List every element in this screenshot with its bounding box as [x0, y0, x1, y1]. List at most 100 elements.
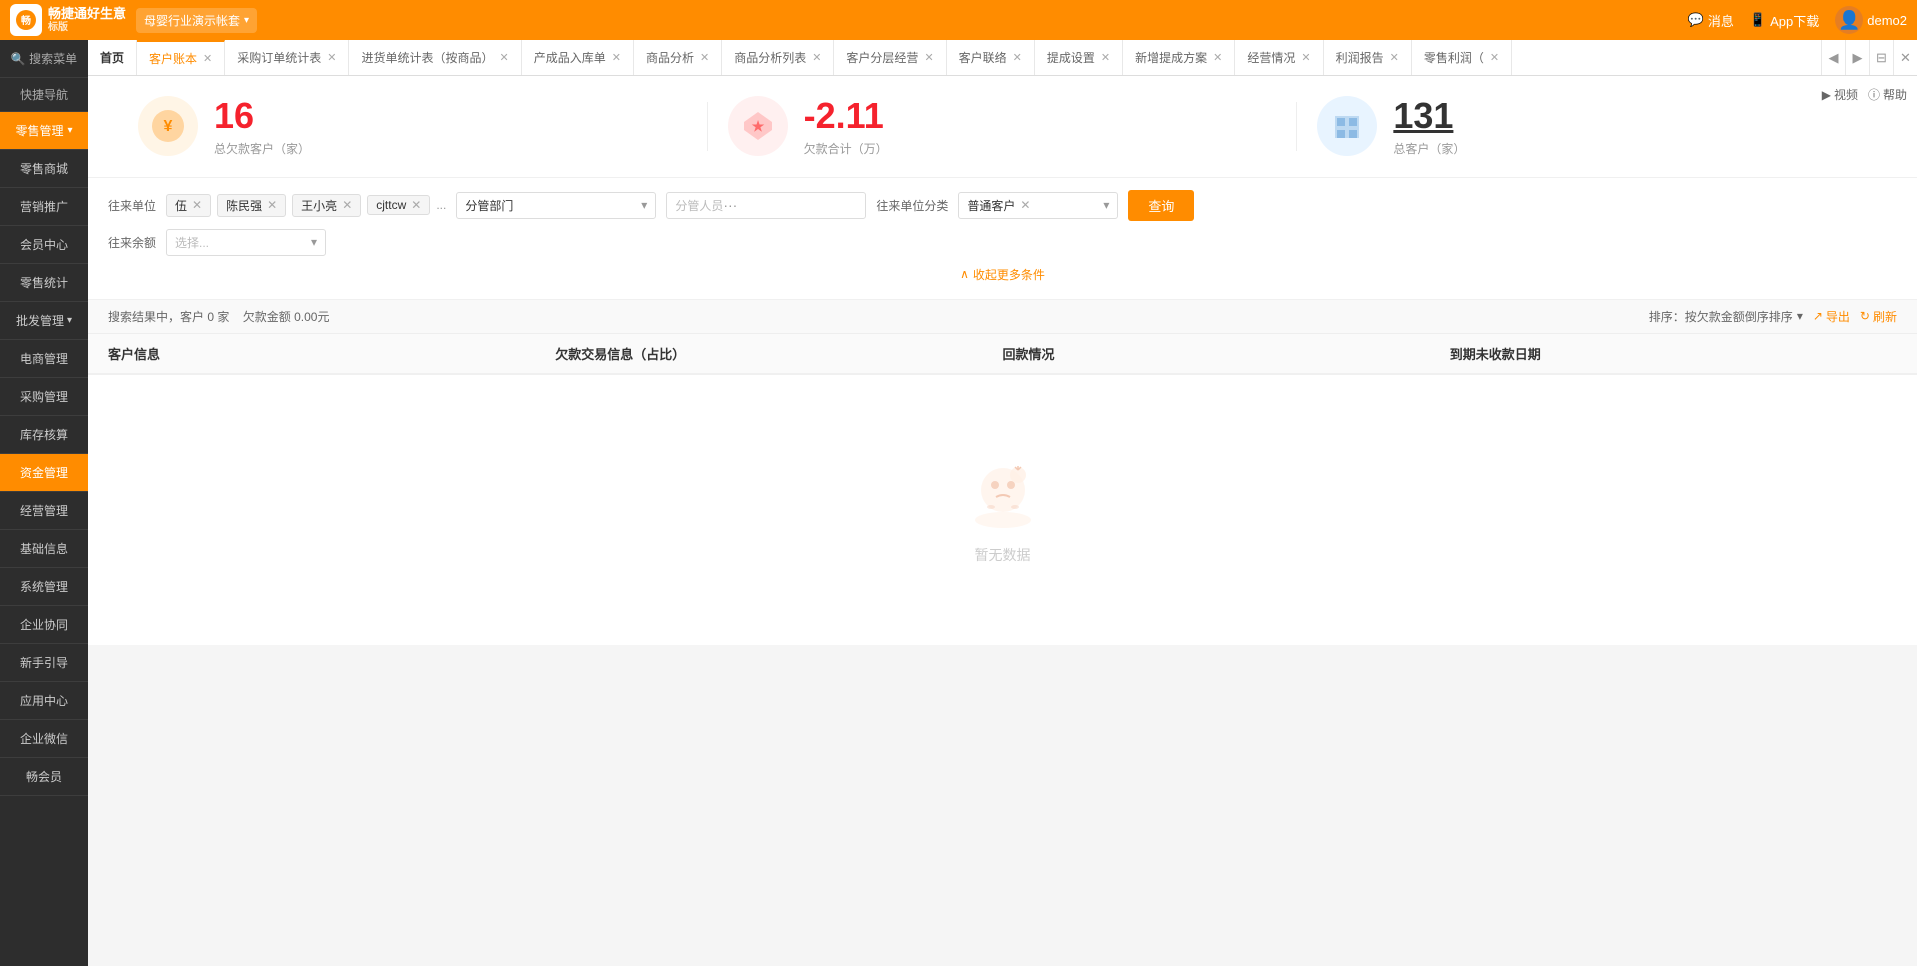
tab-product-analysis-list[interactable]: 商品分析列表 ✕ — [722, 40, 834, 76]
tab-close-icon[interactable]: ✕ — [1390, 51, 1399, 64]
sidebar-item-retail-mall[interactable]: 零售商城 — [0, 150, 88, 188]
tab-expand-btn[interactable]: ⊟ — [1869, 40, 1893, 76]
sidebar-item-enterprise-collab[interactable]: 企业协同 — [0, 606, 88, 644]
debt-amount: -2.11 — [804, 96, 888, 136]
export-button[interactable]: ↗ 导出 — [1813, 308, 1850, 325]
tab-close-icon[interactable]: ✕ — [1490, 51, 1499, 64]
tab-close-icon[interactable]: ✕ — [700, 51, 709, 64]
tab-close-icon[interactable]: ✕ — [612, 51, 621, 64]
tab-add-promotion[interactable]: 新增提成方案 ✕ — [1123, 40, 1235, 76]
sidebar-item-ecommerce[interactable]: 电商管理 — [0, 340, 88, 378]
tab-profit-report[interactable]: 利润报告 ✕ — [1324, 40, 1412, 76]
sidebar-item-purchase[interactable]: 采购管理 — [0, 378, 88, 416]
sidebar-quick-nav[interactable]: 快捷导航 — [0, 78, 88, 112]
search-result-text: 搜索结果中，客户 0 家 欠款金额 0.00元 — [108, 308, 329, 325]
query-button[interactable]: 查询 — [1128, 190, 1194, 221]
sidebar-item-basic-info[interactable]: 基础信息 — [0, 530, 88, 568]
tab-close-all-btn[interactable]: ✕ — [1893, 40, 1917, 76]
sidebar-item-sys-mgmt[interactable]: 系统管理 — [0, 568, 88, 606]
sidebar-item-inventory[interactable]: 库存核算 — [0, 416, 88, 454]
tab-close-icon[interactable]: ✕ — [924, 51, 933, 64]
summary-area: ▶ 视频 ⓘ 帮助 — [88, 76, 1917, 178]
sidebar-item-retail-mgmt[interactable]: 零售管理 ▾ — [0, 112, 88, 150]
person-selector[interactable]: 分管人员 ··· — [666, 192, 866, 219]
sidebar-item-vip-member[interactable]: 畅会员 — [0, 758, 88, 796]
tab-close-icon[interactable]: ✕ — [1213, 51, 1222, 64]
tab-close-icon[interactable]: ✕ — [1101, 51, 1110, 64]
unit-class-selector[interactable]: 普通客户 ✕ ▾ — [958, 192, 1118, 219]
filter-tag-0[interactable]: 伍 ✕ — [166, 194, 211, 217]
logo: 畅 畅捷通好生意 标版 — [10, 4, 126, 36]
tab-business-status[interactable]: 经营情况 ✕ — [1235, 40, 1323, 76]
tab-customer-segment[interactable]: 客户分层经营 ✕ — [834, 40, 946, 76]
tab-customer-contact[interactable]: 客户联络 ✕ — [947, 40, 1035, 76]
export-icon: ↗ — [1813, 309, 1823, 323]
tab-close-icon[interactable]: ✕ — [203, 52, 212, 65]
col-header-customer: 客户信息 — [108, 344, 555, 363]
chevron-down-icon: ▾ — [1797, 309, 1803, 323]
filter-tag-3[interactable]: cjttcw ✕ — [367, 195, 430, 215]
tab-retail-profit[interactable]: 零售利润（ ✕ — [1412, 40, 1512, 76]
filter-tag-2[interactable]: 王小亮 ✕ — [292, 194, 361, 217]
tag-close-icon[interactable]: ✕ — [192, 198, 202, 212]
tag-close-icon[interactable]: ✕ — [1020, 198, 1030, 212]
table-header: 客户信息 欠款交易信息（占比） 回款情况 到期未收款日期 — [88, 334, 1917, 375]
result-actions: 排序：按欠款金额倒序排序 ▾ ↗ 导出 ↻ 刷新 — [1649, 308, 1897, 325]
tab-bar: 首页 客户账本 ✕ 采购订单统计表 ✕ 进货单统计表（按商品） ✕ 产成品入库单… — [88, 40, 1917, 76]
col-header-debt: 欠款交易信息（占比） — [555, 344, 1002, 363]
sidebar-item-finance[interactable]: 资金管理 — [0, 454, 88, 492]
sidebar-item-operations[interactable]: 经营管理 — [0, 492, 88, 530]
sidebar-item-new-user-guide[interactable]: 新手引导 — [0, 644, 88, 682]
workspace-area[interactable]: 母婴行业演示帐套 ▾ — [126, 8, 1688, 33]
summary-card-total-customers: 131 总客户（家） — [1297, 96, 1887, 157]
tab-close-icon[interactable]: ✕ — [1301, 51, 1310, 64]
tag-close-icon[interactable]: ✕ — [267, 198, 277, 212]
total-customer-count[interactable]: 131 — [1393, 96, 1465, 136]
customer-count-label: 总欠款客户（家） — [214, 140, 310, 157]
sidebar-item-marketing[interactable]: 营销推广 — [0, 188, 88, 226]
tab-home[interactable]: 首页 — [88, 40, 137, 76]
col-header-date: 到期未收款日期 — [1450, 344, 1897, 363]
sidebar-item-wholesale[interactable]: 批发管理 ▾ — [0, 302, 88, 340]
expand-icon: ▾ — [67, 125, 72, 136]
tab-close-icon[interactable]: ✕ — [812, 51, 821, 64]
tab-close-icon[interactable]: ✕ — [327, 51, 336, 64]
chevron-down-icon: ▾ — [311, 235, 317, 249]
more-icon[interactable]: ··· — [723, 197, 737, 213]
col-header-payment: 回款情况 — [1003, 344, 1450, 363]
tab-close-icon[interactable]: ✕ — [500, 51, 509, 64]
sidebar-item-enterprise-wechat[interactable]: 企业微信 — [0, 720, 88, 758]
sidebar-search[interactable]: 🔍 搜索菜单 — [0, 40, 88, 78]
tab-promotion-settings[interactable]: 提成设置 ✕ — [1035, 40, 1123, 76]
tab-inbound-stats[interactable]: 进货单统计表（按商品） ✕ — [349, 40, 521, 76]
tab-scroll-left[interactable]: ◀ — [1821, 40, 1845, 76]
tab-customer-account[interactable]: 客户账本 ✕ — [137, 40, 225, 76]
app-download-btn[interactable]: 📱 App下载 — [1750, 11, 1819, 30]
sort-selector[interactable]: 排序：按欠款金额倒序排序 ▾ — [1649, 308, 1803, 325]
tab-purchase-order[interactable]: 采购订单统计表 ✕ — [225, 40, 349, 76]
unit-class-label: 往来单位分类 — [876, 197, 948, 214]
balance-selector[interactable]: 选择... ▾ — [166, 229, 326, 256]
workspace-selector[interactable]: 母婴行业演示帐套 ▾ — [136, 8, 257, 33]
sidebar-item-app-center[interactable]: 应用中心 — [0, 682, 88, 720]
more-tags-btn[interactable]: ... — [436, 198, 446, 212]
tab-production-inbound[interactable]: 产成品入库单 ✕ — [522, 40, 634, 76]
tab-close-icon[interactable]: ✕ — [1013, 51, 1022, 64]
svg-text:★: ★ — [751, 118, 764, 134]
chevron-down-icon: ▾ — [1103, 198, 1109, 212]
user-profile[interactable]: 👤 demo2 — [1835, 6, 1907, 34]
tab-product-analysis[interactable]: 商品分析 ✕ — [634, 40, 722, 76]
sidebar-item-retail-stats[interactable]: 零售统计 — [0, 264, 88, 302]
tag-close-icon[interactable]: ✕ — [411, 198, 421, 212]
sidebar-item-member[interactable]: 会员中心 — [0, 226, 88, 264]
messages-btn[interactable]: 💬 消息 — [1688, 11, 1734, 30]
tag-close-icon[interactable]: ✕ — [342, 198, 352, 212]
svg-text:¥: ¥ — [164, 118, 173, 135]
dept-selector[interactable]: 分管部门 ▾ — [456, 192, 656, 219]
chevron-down-icon: ▾ — [641, 198, 647, 212]
collapse-filter-btn[interactable]: ∧ 收起更多条件 — [956, 262, 1049, 287]
tab-scroll-right[interactable]: ▶ — [1845, 40, 1869, 76]
unit-class-tag: 普通客户 ✕ — [967, 197, 1030, 214]
filter-tag-1[interactable]: 陈民强 ✕ — [217, 194, 286, 217]
refresh-button[interactable]: ↻ 刷新 — [1860, 308, 1897, 325]
